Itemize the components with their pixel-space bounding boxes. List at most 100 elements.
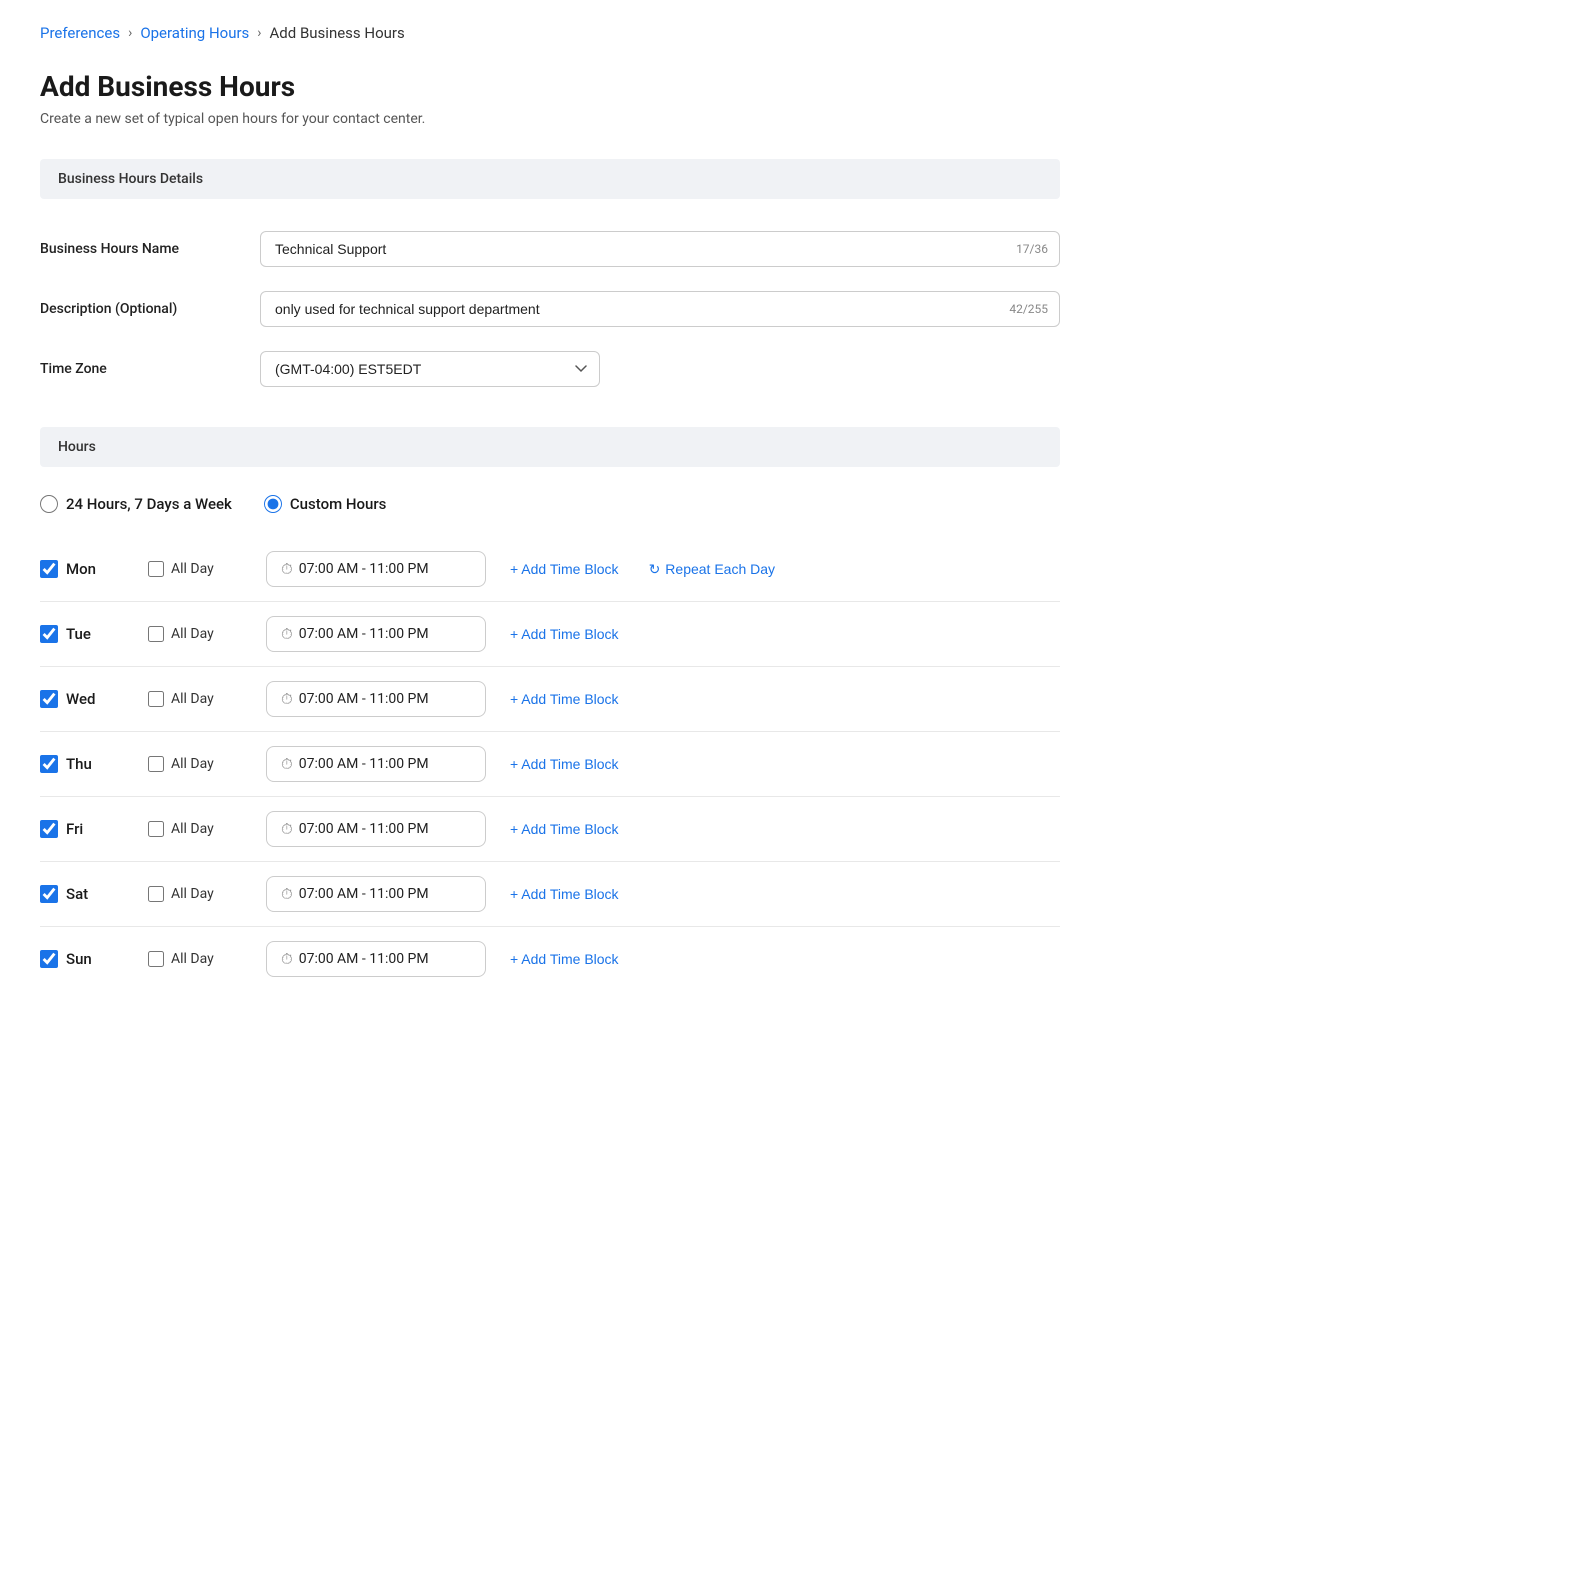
business-hours-name-row: Business Hours Name 17/36 xyxy=(40,231,1060,267)
breadcrumb-sep-1: › xyxy=(128,25,132,41)
add-time-block-btn-wed[interactable]: + Add Time Block xyxy=(504,687,625,711)
day-label-sat: Sat xyxy=(66,885,102,903)
description-label: Description (Optional) xyxy=(40,291,240,317)
page-subtitle: Create a new set of typical open hours f… xyxy=(40,111,1060,127)
day-row-sat: Sat All Day ⏱ 07:00 AM - 11:00 PM + Add … xyxy=(40,862,1060,927)
day-label-wed: Wed xyxy=(66,690,102,708)
day-label-sun: Sun xyxy=(66,950,102,968)
clock-icon-tue: ⏱ xyxy=(281,625,293,643)
description-input[interactable] xyxy=(260,291,1060,327)
day-checkbox-wrap-tue: Tue xyxy=(40,625,130,643)
allday-wrap-tue: All Day xyxy=(148,626,248,642)
day-checkbox-wrap-thu: Thu xyxy=(40,755,130,773)
allday-wrap-sat: All Day xyxy=(148,886,248,902)
day-label-mon: Mon xyxy=(66,560,102,578)
time-range-sat: 07:00 AM - 11:00 PM xyxy=(299,886,471,902)
day-checkbox-wed[interactable] xyxy=(40,690,58,708)
business-hours-name-input[interactable] xyxy=(260,231,1060,267)
day-checkbox-fri[interactable] xyxy=(40,820,58,838)
time-block-mon: ⏱ 07:00 AM - 11:00 PM xyxy=(266,551,486,587)
allday-label-sun: All Day xyxy=(171,951,214,967)
allday-wrap-mon: All Day xyxy=(148,561,248,577)
day-checkbox-wrap-fri: Fri xyxy=(40,820,130,838)
add-time-block-btn-sat[interactable]: + Add Time Block xyxy=(504,882,625,906)
business-hours-details-header: Business Hours Details xyxy=(40,159,1060,199)
breadcrumb-current: Add Business Hours xyxy=(270,24,405,42)
timezone-select[interactable]: (GMT-04:00) EST5EDT (GMT-05:00) EST (GMT… xyxy=(260,351,600,387)
time-range-mon: 07:00 AM - 11:00 PM xyxy=(299,561,471,577)
time-range-thu: 07:00 AM - 11:00 PM xyxy=(299,756,471,772)
day-checkbox-mon[interactable] xyxy=(40,560,58,578)
timezone-label: Time Zone xyxy=(40,351,240,377)
day-checkbox-wrap-mon: Mon xyxy=(40,560,130,578)
day-checkbox-sat[interactable] xyxy=(40,885,58,903)
time-block-fri: ⏱ 07:00 AM - 11:00 PM xyxy=(266,811,486,847)
breadcrumb-preferences[interactable]: Preferences xyxy=(40,24,120,42)
hours-header: Hours xyxy=(40,427,1060,467)
day-row-thu: Thu All Day ⏱ 07:00 AM - 11:00 PM + Add … xyxy=(40,732,1060,797)
radio-24-7-input[interactable] xyxy=(40,495,58,513)
allday-checkbox-mon[interactable] xyxy=(148,561,164,577)
time-block-thu: ⏱ 07:00 AM - 11:00 PM xyxy=(266,746,486,782)
allday-label-wed: All Day xyxy=(171,691,214,707)
breadcrumb-operating-hours[interactable]: Operating Hours xyxy=(140,24,249,42)
repeat-each-day-btn[interactable]: ↻Repeat Each Day xyxy=(643,557,781,582)
allday-checkbox-fri[interactable] xyxy=(148,821,164,837)
clock-icon-fri: ⏱ xyxy=(281,820,293,838)
days-container: Mon All Day ⏱ 07:00 AM - 11:00 PM + Add … xyxy=(40,537,1060,991)
time-range-sun: 07:00 AM - 11:00 PM xyxy=(299,951,471,967)
business-hours-name-input-wrap: 17/36 xyxy=(260,231,1060,267)
breadcrumb-sep-2: › xyxy=(257,25,261,41)
timezone-input-wrap: (GMT-04:00) EST5EDT (GMT-05:00) EST (GMT… xyxy=(260,351,1060,387)
add-time-block-btn-tue[interactable]: + Add Time Block xyxy=(504,622,625,646)
day-row-sun: Sun All Day ⏱ 07:00 AM - 11:00 PM + Add … xyxy=(40,927,1060,991)
repeat-icon: ↻ xyxy=(649,561,661,578)
add-time-block-btn-sun[interactable]: + Add Time Block xyxy=(504,947,625,971)
day-row-wed: Wed All Day ⏱ 07:00 AM - 11:00 PM + Add … xyxy=(40,667,1060,732)
day-checkbox-wrap-wed: Wed xyxy=(40,690,130,708)
add-time-block-btn-thu[interactable]: + Add Time Block xyxy=(504,752,625,776)
clock-icon-sun: ⏱ xyxy=(281,950,293,968)
time-range-tue: 07:00 AM - 11:00 PM xyxy=(299,626,471,642)
description-row: Description (Optional) 42/255 xyxy=(40,291,1060,327)
day-checkbox-wrap-sun: Sun xyxy=(40,950,130,968)
day-row-tue: Tue All Day ⏱ 07:00 AM - 11:00 PM + Add … xyxy=(40,602,1060,667)
description-input-wrap: 42/255 xyxy=(260,291,1060,327)
radio-custom-option[interactable]: Custom Hours xyxy=(264,495,387,513)
radio-custom-input[interactable] xyxy=(264,495,282,513)
timezone-row: Time Zone (GMT-04:00) EST5EDT (GMT-05:00… xyxy=(40,351,1060,387)
day-row-fri: Fri All Day ⏱ 07:00 AM - 11:00 PM + Add … xyxy=(40,797,1060,862)
time-block-sun: ⏱ 07:00 AM - 11:00 PM xyxy=(266,941,486,977)
day-checkbox-thu[interactable] xyxy=(40,755,58,773)
allday-label-tue: All Day xyxy=(171,626,214,642)
allday-wrap-fri: All Day xyxy=(148,821,248,837)
allday-label-fri: All Day xyxy=(171,821,214,837)
allday-label-thu: All Day xyxy=(171,756,214,772)
allday-checkbox-thu[interactable] xyxy=(148,756,164,772)
add-time-block-btn-fri[interactable]: + Add Time Block xyxy=(504,817,625,841)
clock-icon-thu: ⏱ xyxy=(281,755,293,773)
day-checkbox-tue[interactable] xyxy=(40,625,58,643)
time-block-wed: ⏱ 07:00 AM - 11:00 PM xyxy=(266,681,486,717)
allday-wrap-thu: All Day xyxy=(148,756,248,772)
day-checkbox-sun[interactable] xyxy=(40,950,58,968)
day-checkbox-wrap-sat: Sat xyxy=(40,885,130,903)
allday-checkbox-wed[interactable] xyxy=(148,691,164,707)
add-time-block-btn-mon[interactable]: + Add Time Block xyxy=(504,557,625,581)
time-range-wed: 07:00 AM - 11:00 PM xyxy=(299,691,471,707)
radio-24-7-option[interactable]: 24 Hours, 7 Days a Week xyxy=(40,495,232,513)
allday-label-sat: All Day xyxy=(171,886,214,902)
clock-icon-wed: ⏱ xyxy=(281,690,293,708)
allday-checkbox-tue[interactable] xyxy=(148,626,164,642)
day-row-mon: Mon All Day ⏱ 07:00 AM - 11:00 PM + Add … xyxy=(40,537,1060,602)
time-range-fri: 07:00 AM - 11:00 PM xyxy=(299,821,471,837)
allday-label-mon: All Day xyxy=(171,561,214,577)
clock-icon-sat: ⏱ xyxy=(281,885,293,903)
clock-icon-mon: ⏱ xyxy=(281,560,293,578)
allday-checkbox-sun[interactable] xyxy=(148,951,164,967)
time-block-tue: ⏱ 07:00 AM - 11:00 PM xyxy=(266,616,486,652)
time-block-sat: ⏱ 07:00 AM - 11:00 PM xyxy=(266,876,486,912)
breadcrumb: Preferences › Operating Hours › Add Busi… xyxy=(40,24,1060,42)
radio-custom-label: Custom Hours xyxy=(290,495,387,513)
allday-checkbox-sat[interactable] xyxy=(148,886,164,902)
